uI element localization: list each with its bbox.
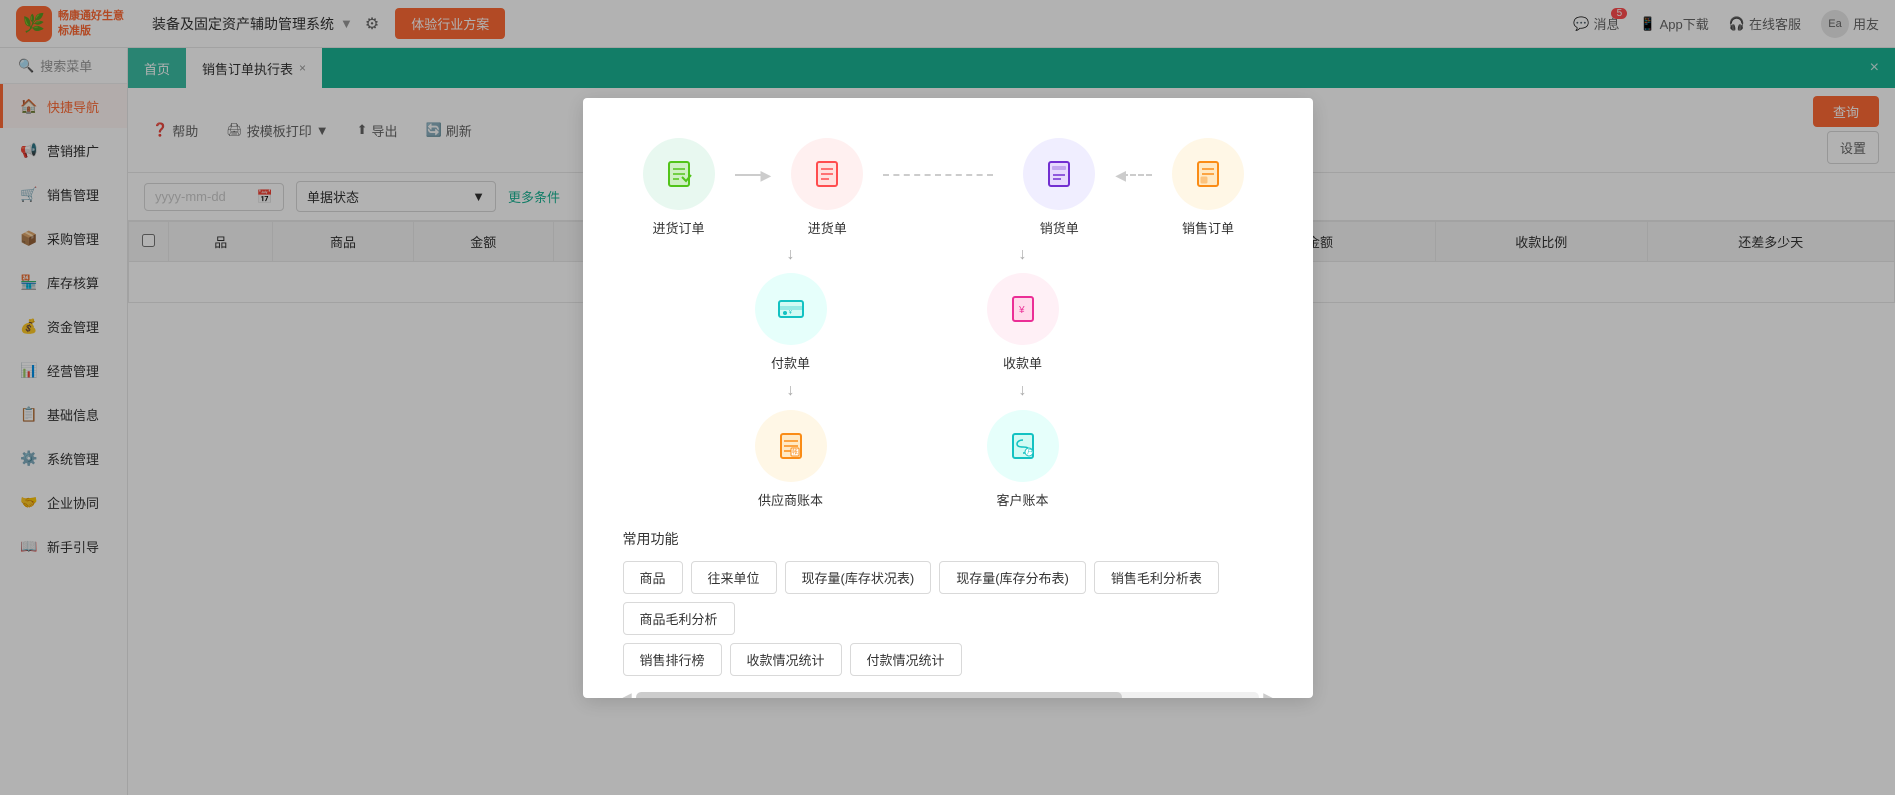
svg-text:¥: ¥ bbox=[789, 310, 792, 316]
app-container: 🌿 畅康通好生意 标准版 装备及固定资产辅助管理系统 ▼ ⚙ 体验行业方案 💬 … bbox=[0, 0, 1895, 795]
arrow-order-to-sales: ◀ bbox=[1115, 167, 1152, 208]
payment-bill-icon: ¥ bbox=[755, 273, 827, 345]
quick-buttons-row-2: 销售排行榜 收款情况统计 付款情况统计 bbox=[623, 643, 1273, 676]
quick-btn-product[interactable]: 商品 bbox=[623, 561, 683, 594]
quick-btn-product-gross[interactable]: 商品毛利分析 bbox=[623, 602, 735, 635]
flow-diagram: 进货订单 ▶ 进货单 bbox=[623, 128, 1273, 519]
flow-node-customer-ledger[interactable]: 户 客户账本 bbox=[987, 410, 1059, 509]
sales-order-icon bbox=[1172, 138, 1244, 210]
flow-node-purchase-order[interactable]: 进货订单 bbox=[643, 138, 715, 237]
quick-btn-partner[interactable]: 往来单位 bbox=[691, 561, 777, 594]
flow-row-2-nodes: ¥ 付款单 ¥ 收款单 bbox=[623, 263, 1079, 382]
quick-btn-sales-rank[interactable]: 销售排行榜 bbox=[623, 643, 722, 676]
modal-overlay[interactable]: 进货订单 ▶ 进货单 bbox=[0, 0, 1895, 795]
arrow-down-purchase-bill: ↓ bbox=[735, 247, 847, 263]
quick-btn-sales-gross[interactable]: 销售毛利分析表 bbox=[1094, 561, 1219, 594]
svg-text:¥: ¥ bbox=[1018, 305, 1025, 316]
flow-node-sales-bill[interactable]: 销货单 bbox=[1023, 138, 1095, 237]
scroll-left-btn[interactable]: ◀ bbox=[623, 690, 632, 698]
quick-btn-stock-status[interactable]: 现存量(库存状况表) bbox=[785, 561, 932, 594]
flow-row-3-nodes: 帐 供应商账本 户 客户账本 bbox=[623, 400, 1079, 519]
arrow-down-receipt: ↓ bbox=[967, 382, 1079, 400]
flow-row-2-arrows: ↓ ↓ bbox=[623, 247, 1273, 263]
sales-bill-icon bbox=[1023, 138, 1095, 210]
flow-node-sales-order[interactable]: 销售订单 bbox=[1172, 138, 1244, 237]
receipt-bill-icon: ¥ bbox=[987, 273, 1059, 345]
flow-node-supplier-ledger[interactable]: 帐 供应商账本 bbox=[755, 410, 827, 509]
quick-functions: 常用功能 商品 往来单位 现存量(库存状况表) 现存量(库存分布表) 销售毛利分… bbox=[623, 529, 1273, 676]
quick-btn-stock-dist[interactable]: 现存量(库存分布表) bbox=[939, 561, 1086, 594]
svg-text:帐: 帐 bbox=[792, 448, 798, 456]
purchase-order-icon bbox=[643, 138, 715, 210]
flow-row-3-arrows: ↓ ↓ bbox=[623, 382, 1273, 400]
quick-functions-title: 常用功能 bbox=[623, 529, 1273, 549]
modal-scrollbar[interactable] bbox=[636, 692, 1260, 698]
flow-node-payment-bill[interactable]: ¥ 付款单 bbox=[755, 273, 827, 372]
modal-scrollbar-area: ◀ ▶ bbox=[623, 690, 1273, 698]
arrow-down-payment: ↓ bbox=[735, 382, 847, 400]
arrow-purchase-to-bill: ▶ bbox=[735, 167, 772, 208]
quick-buttons-row-1: 商品 往来单位 现存量(库存状况表) 现存量(库存分布表) 销售毛利分析表 商品… bbox=[623, 561, 1273, 635]
arrow-down-sales-bill: ↓ bbox=[967, 247, 1079, 263]
purchase-bill-icon bbox=[791, 138, 863, 210]
quick-btn-receipt-stat[interactable]: 收款情况统计 bbox=[730, 643, 842, 676]
arrow-bill-to-sales bbox=[883, 174, 1003, 200]
scrollbar-thumb bbox=[636, 692, 1122, 698]
modal-content: 进货订单 ▶ 进货单 bbox=[583, 98, 1313, 698]
svg-text:户: 户 bbox=[1027, 448, 1033, 456]
supplier-ledger-icon: 帐 bbox=[755, 410, 827, 482]
flow-node-receipt-bill[interactable]: ¥ 收款单 bbox=[987, 273, 1059, 372]
flow-row-1: 进货订单 ▶ 进货单 bbox=[623, 128, 1265, 247]
customer-ledger-icon: 户 bbox=[987, 410, 1059, 482]
quick-nav-modal: 进货订单 ▶ 进货单 bbox=[583, 98, 1313, 698]
scroll-right-btn[interactable]: ▶ bbox=[1263, 690, 1272, 698]
quick-btn-payment-stat[interactable]: 付款情况统计 bbox=[850, 643, 962, 676]
flow-node-purchase-bill[interactable]: 进货单 bbox=[791, 138, 863, 237]
